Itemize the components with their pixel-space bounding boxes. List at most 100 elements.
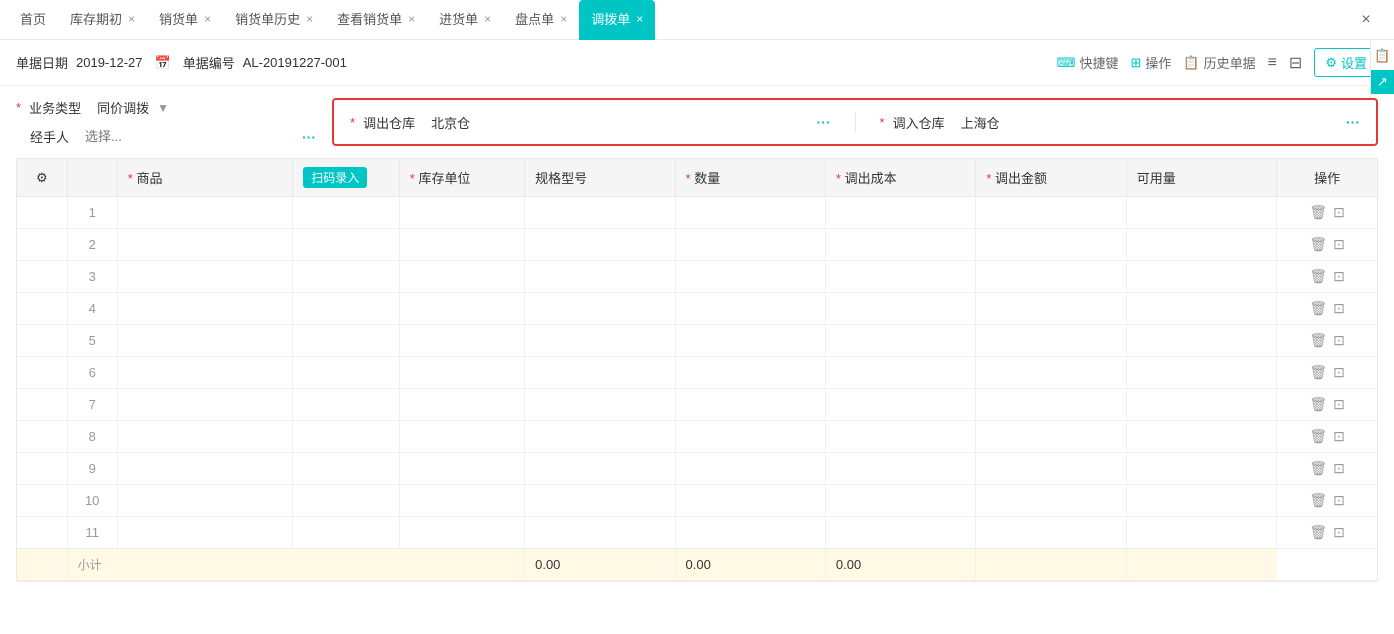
transfer-out-more-button[interactable]: ··· (817, 114, 831, 130)
handler-more-button[interactable]: ··· (302, 129, 316, 145)
transfer-in-required: * (880, 115, 885, 130)
layout2-button[interactable]: ⊟ (1289, 53, 1302, 73)
header-spec: 规格型号 (525, 159, 675, 197)
copy-icon-8[interactable]: ⊡ (1333, 428, 1345, 445)
number-label: 单据编号 (183, 53, 235, 72)
tab-close-transfer-order[interactable]: × (636, 12, 643, 26)
subtotal-cost: 0.00 (675, 549, 825, 581)
tab-close-sales-history[interactable]: × (306, 12, 313, 26)
settings-button[interactable]: ⚙ 设置 (1314, 48, 1378, 77)
copy-icon-1[interactable]: ⊡ (1333, 204, 1345, 221)
header-cost: * 调出成本 (825, 159, 975, 197)
handler-field: 经手人 ··· (16, 127, 316, 146)
tab-close-inventory-check[interactable]: × (560, 12, 567, 26)
delete-icon-3[interactable]: 🗑 (1309, 268, 1327, 285)
tab-close-view-sales[interactable]: × (408, 12, 415, 26)
transfer-out-value[interactable]: 北京仓 (431, 113, 470, 132)
tab-view-sales[interactable]: 查看销货单 × (325, 0, 427, 40)
header-gear[interactable]: ⚙ (17, 159, 67, 197)
subtotal-label: 小计 (67, 549, 524, 581)
table-row: 7 🗑 ⊡ (17, 389, 1377, 421)
date-value[interactable]: 2019-12-27 (76, 55, 143, 70)
row-amount-1 (976, 197, 1126, 229)
window-close-button[interactable]: × (1346, 0, 1386, 40)
delete-icon-10[interactable]: 🗑 (1309, 492, 1327, 509)
form-section: * 业务类型 同价调拨 ▼ 经手人 ··· * 调出仓库 北京仓 ··· * 调… (0, 86, 1394, 158)
shortcuts-button[interactable]: ⌨ 快捷键 (1057, 53, 1119, 72)
header-scan: 扫码录入 (293, 159, 400, 197)
copy-icon-5[interactable]: ⊡ (1333, 332, 1345, 349)
delete-icon-4[interactable]: 🗑 (1309, 300, 1327, 317)
tab-inventory-check[interactable]: 盘点单 × (503, 0, 579, 40)
row-scan-1 (293, 197, 400, 229)
toolbar-right: ⌨ 快捷键 ⊞ 操作 📋 历史单据 ≡ ⊟ ⚙ 设置 (1057, 48, 1378, 77)
delete-icon-5[interactable]: 🗑 (1309, 332, 1327, 349)
copy-icon-10[interactable]: ⊡ (1333, 492, 1345, 509)
calendar-icon[interactable]: 📅 (155, 55, 171, 71)
tab-bar: 首页 库存期初 × 销货单 × 销货单历史 × 查看销货单 × 进货单 × 盘点… (0, 0, 1394, 40)
transfer-in-more-button[interactable]: ··· (1346, 114, 1360, 130)
tab-close-inventory-init[interactable]: × (128, 12, 135, 26)
handler-input[interactable] (85, 129, 294, 144)
sidebar-export-button[interactable]: ↗ (1371, 70, 1394, 94)
table-row: 2 🗑 ⊡ (17, 229, 1377, 261)
tab-close-sales-order[interactable]: × (204, 12, 211, 26)
row-spec-1 (525, 197, 675, 229)
header-unit: * 库存单位 (399, 159, 524, 197)
tab-close-purchase-order[interactable]: × (484, 12, 491, 26)
table-body: 1 🗑 ⊡ 2 (17, 197, 1377, 581)
subtotal-qty: 0.00 (525, 549, 675, 581)
delete-icon-1[interactable]: 🗑 (1309, 204, 1327, 221)
copy-icon-6[interactable]: ⊡ (1333, 364, 1345, 381)
date-field: 单据日期 2019-12-27 📅 (16, 53, 171, 72)
business-type-required: * (16, 100, 21, 115)
copy-icon-7[interactable]: ⊡ (1333, 396, 1345, 413)
delete-icon-6[interactable]: 🗑 (1309, 364, 1327, 381)
header-available: 可用量 (1126, 159, 1276, 197)
tab-transfer-order[interactable]: 调拨单 × (579, 0, 655, 40)
delete-icon-2[interactable]: 🗑 (1309, 236, 1327, 253)
delete-icon-8[interactable]: 🗑 (1309, 428, 1327, 445)
business-type-value[interactable]: 同价调拨 (97, 98, 149, 117)
note-icon: 📋 (1374, 48, 1390, 64)
row-qty-1 (675, 197, 825, 229)
tab-home[interactable]: 首页 (8, 0, 58, 40)
subtotal-row: 小计 0.00 0.00 0.00 (17, 549, 1377, 581)
delete-icon-7[interactable]: 🗑 (1309, 396, 1327, 413)
transfer-warehouse-section: * 调出仓库 北京仓 ··· * 调入仓库 上海仓 ··· (332, 98, 1378, 146)
copy-icon-3[interactable]: ⊡ (1333, 268, 1345, 285)
delete-icon-9[interactable]: 🗑 (1309, 460, 1327, 477)
row-product-1[interactable] (117, 197, 292, 229)
operations-button[interactable]: ⊞ 操作 (1130, 53, 1171, 72)
layout1-icon: ≡ (1268, 54, 1277, 72)
row-cost-1 (825, 197, 975, 229)
layout2-icon: ⊟ (1289, 53, 1302, 73)
scan-button[interactable]: 扫码录入 (303, 167, 367, 188)
sidebar-note-button[interactable]: 📋 (1371, 44, 1394, 68)
settings-gear-icon: ⚙ (1325, 55, 1337, 71)
transfer-out-required: * (350, 115, 355, 130)
transfer-in-value[interactable]: 上海仓 (961, 113, 1000, 132)
copy-icon-9[interactable]: ⊡ (1333, 460, 1345, 477)
business-type-label: 业务类型 (29, 98, 81, 117)
tab-inventory-init[interactable]: 库存期初 × (58, 0, 147, 40)
table-row: 10 🗑 ⊡ (17, 485, 1377, 517)
tab-sales-order[interactable]: 销货单 × (147, 0, 223, 40)
delete-icon-11[interactable]: 🗑 (1309, 524, 1327, 541)
copy-icon-4[interactable]: ⊡ (1333, 300, 1345, 317)
row-ops-1: 🗑 ⊡ (1277, 197, 1377, 229)
copy-icon-11[interactable]: ⊡ (1333, 524, 1345, 541)
items-table-container: ⚙ * 商品 扫码录入 * 库存单位 规格型号 * (16, 158, 1378, 582)
tab-purchase-order[interactable]: 进货单 × (427, 0, 503, 40)
business-type-dropdown[interactable]: ▼ (157, 101, 169, 115)
toolbar-left: 单据日期 2019-12-27 📅 单据编号 AL-20191227-001 (16, 53, 1041, 72)
tab-sales-history[interactable]: 销货单历史 × (223, 0, 325, 40)
table-header-row: ⚙ * 商品 扫码录入 * 库存单位 规格型号 * (17, 159, 1377, 197)
copy-icon-2[interactable]: ⊡ (1333, 236, 1345, 253)
export-icon: ↗ (1377, 74, 1388, 90)
history-button[interactable]: 📋 历史单据 (1183, 53, 1255, 72)
number-field: 单据编号 AL-20191227-001 (183, 53, 347, 72)
right-sidebar: 📋 ↗ (1370, 40, 1394, 98)
layout1-button[interactable]: ≡ (1268, 54, 1277, 72)
handler-label: 经手人 (30, 127, 69, 146)
